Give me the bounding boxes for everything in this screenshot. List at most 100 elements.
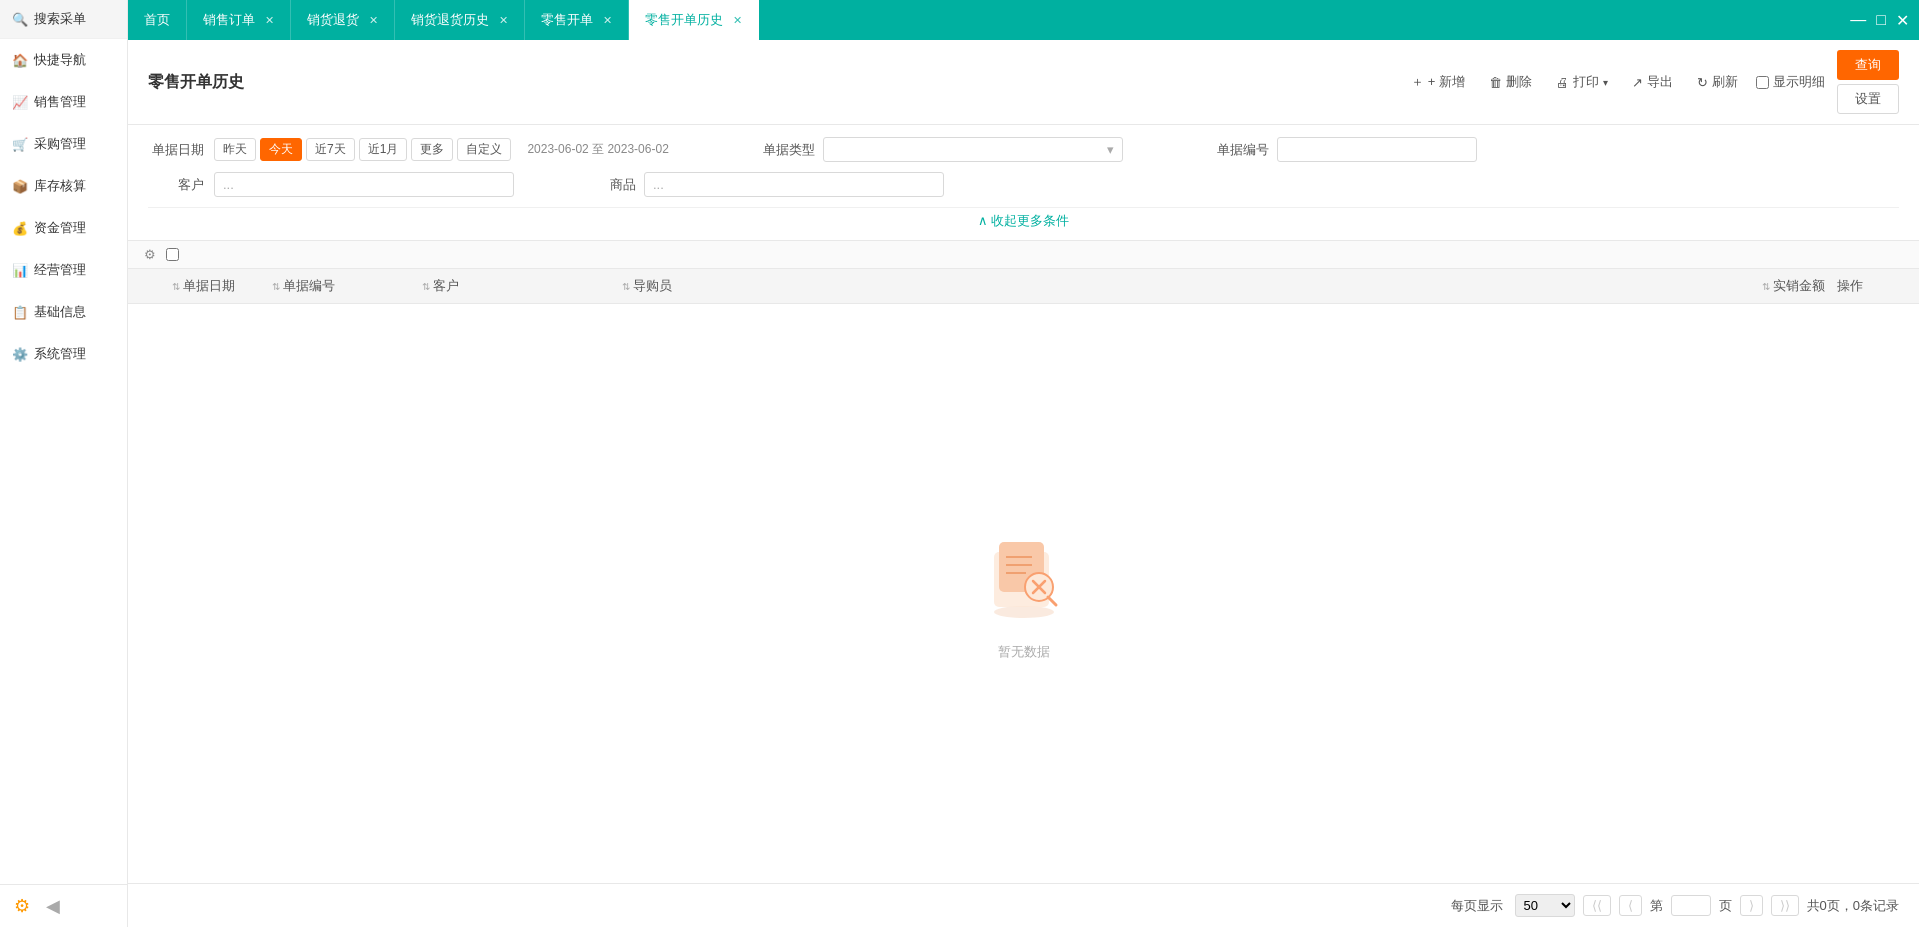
total-info: 共0页，0条记录 xyxy=(1807,897,1899,915)
tab-sales-return-history-close[interactable]: ✕ xyxy=(499,14,508,27)
sidebar-search-label: 搜索采单 xyxy=(34,10,86,28)
settings-button[interactable]: 设置 xyxy=(1837,84,1899,114)
order-type-label: 单据类型 xyxy=(759,141,815,159)
sidebar-item-sales-mgmt[interactable]: 📈 销售管理 xyxy=(0,81,127,123)
sort-icon: ⇅ xyxy=(272,281,280,292)
last-page-btn[interactable]: ⟩⟩ xyxy=(1771,895,1799,916)
per-page-select[interactable]: 50 100 200 xyxy=(1515,894,1575,917)
col-customer-label: 客户 xyxy=(433,277,459,295)
tab-sales-return-history-label: 销货退货历史 xyxy=(411,11,489,29)
export-label: 导出 xyxy=(1647,73,1673,91)
select-all-checkbox[interactable] xyxy=(166,248,179,261)
page-label-suffix: 页 xyxy=(1719,897,1732,915)
sort-icon: ⇅ xyxy=(172,281,180,292)
date-btn-custom[interactable]: 自定义 xyxy=(457,138,511,161)
empty-illustration xyxy=(974,527,1074,627)
tab-retail-open-history[interactable]: 零售开单历史 ✕ xyxy=(629,0,759,40)
display-detail-input[interactable] xyxy=(1756,76,1769,89)
col-amount-label: 实销金额 xyxy=(1773,277,1825,295)
order-no-input[interactable] xyxy=(1277,137,1477,162)
table-area: ⚙ ⇅ 单据日期 ⇅ 单据编号 ⇅ 客户 ⇅ 导购员 ⇅ xyxy=(128,241,1919,927)
product-select[interactable]: ... xyxy=(644,172,944,197)
sort-icon: ⇅ xyxy=(422,281,430,292)
filter-area: 单据日期 昨天 今天 近7天 近1月 更多 自定义 2023-06-02 至 2… xyxy=(128,125,1919,241)
settings-bottom-icon[interactable]: ⚙ xyxy=(14,895,30,917)
collapse-sidebar-icon[interactable]: ◀ xyxy=(46,895,60,917)
tab-retail-open-close[interactable]: ✕ xyxy=(603,14,612,27)
page-label-prefix: 第 xyxy=(1650,897,1663,915)
maximize-icon[interactable]: □ xyxy=(1876,11,1886,29)
sort-icon: ⇅ xyxy=(622,281,630,292)
col-guide-label: 导购员 xyxy=(633,277,672,295)
svg-point-0 xyxy=(994,606,1054,618)
query-button[interactable]: 查询 xyxy=(1837,50,1899,80)
col-amount[interactable]: ⇅ 实销金额 xyxy=(1731,269,1831,303)
first-page-btn[interactable]: ⟨⟨ xyxy=(1583,895,1611,916)
tab-sales-order-label: 销售订单 xyxy=(203,11,255,29)
tab-retail-open[interactable]: 零售开单 ✕ xyxy=(525,0,629,40)
table-gear-icon[interactable]: ⚙ xyxy=(144,247,156,262)
col-date-label: 单据日期 xyxy=(183,277,235,295)
sidebar-item-inventory[interactable]: 📦 库存核算 xyxy=(0,165,127,207)
sidebar-item-purchase-mgmt[interactable]: 🛒 采购管理 xyxy=(0,123,127,165)
next-page-btn[interactable]: ⟩ xyxy=(1740,895,1763,916)
tab-bar: 首页 销售订单 ✕ 销货退货 ✕ 销货退货历史 ✕ 零售开单 ✕ 零售开单历史 … xyxy=(128,0,1919,40)
add-button[interactable]: ＋ + 新增 xyxy=(1405,69,1471,95)
date-btn-today[interactable]: 今天 xyxy=(260,138,302,161)
print-label: 打印 xyxy=(1573,73,1599,91)
tab-sales-order[interactable]: 销售订单 ✕ xyxy=(187,0,291,40)
col-order-no[interactable]: ⇅ 单据编号 xyxy=(266,269,416,303)
refresh-button[interactable]: ↻ 刷新 xyxy=(1691,69,1744,95)
col-guide[interactable]: ⇅ 导购员 xyxy=(616,269,736,303)
collapse-filter-btn[interactable]: ∧ 收起更多条件 xyxy=(148,207,1899,234)
tab-retail-open-history-close[interactable]: ✕ xyxy=(733,14,742,27)
minimize-icon[interactable]: — xyxy=(1850,11,1866,29)
delete-icon: 🗑 xyxy=(1489,75,1502,90)
tab-sales-return-history[interactable]: 销货退货历史 ✕ xyxy=(395,0,525,40)
col-action: 操作 xyxy=(1831,269,1911,303)
sidebar-item-sys-mgmt[interactable]: ⚙️ 系统管理 xyxy=(0,333,127,375)
page-header: 零售开单历史 ＋ + 新增 🗑 删除 🖨 打印 ▾ ↗ 导出 ↻ 刷新 xyxy=(128,40,1919,125)
sidebar-item-quick-nav[interactable]: 🏠 快捷导航 xyxy=(0,39,127,81)
collapse-up-icon: ∧ xyxy=(978,213,988,228)
customer-ellipsis: ... xyxy=(223,177,234,192)
refresh-icon: ↻ xyxy=(1697,75,1708,90)
col-order-no-label: 单据编号 xyxy=(283,277,335,295)
basic-info-icon: 📋 xyxy=(12,305,28,320)
customer-select[interactable]: ... xyxy=(214,172,514,197)
col-customer[interactable]: ⇅ 客户 xyxy=(416,269,616,303)
close-icon[interactable]: ✕ xyxy=(1896,11,1909,30)
tab-home[interactable]: 首页 xyxy=(128,0,187,40)
delete-button[interactable]: 🗑 删除 xyxy=(1483,69,1538,95)
biz-icon: 📊 xyxy=(12,263,28,278)
date-btn-last7[interactable]: 近7天 xyxy=(306,138,355,161)
finance-icon: 💰 xyxy=(12,221,28,236)
tab-sales-return-close[interactable]: ✕ xyxy=(369,14,378,27)
export-button[interactable]: ↗ 导出 xyxy=(1626,69,1679,95)
date-btn-last1m[interactable]: 近1月 xyxy=(359,138,408,161)
sidebar: 🔍 搜索采单 🏠 快捷导航 📈 销售管理 🛒 采购管理 📦 库存核算 💰 资金管… xyxy=(0,0,128,927)
prev-page-btn[interactable]: ⟨ xyxy=(1619,895,1642,916)
collapse-label: 收起更多条件 xyxy=(991,213,1069,228)
col-date[interactable]: ⇅ 单据日期 xyxy=(166,269,266,303)
sidebar-item-label: 库存核算 xyxy=(34,177,86,195)
order-type-select[interactable]: ▾ xyxy=(823,137,1123,162)
tab-sales-order-close[interactable]: ✕ xyxy=(265,14,274,27)
sidebar-item-basic-info[interactable]: 📋 基础信息 xyxy=(0,291,127,333)
sidebar-item-biz-mgmt[interactable]: 📊 经营管理 xyxy=(0,249,127,291)
print-button[interactable]: 🖨 打印 ▾ xyxy=(1550,69,1614,95)
sidebar-search[interactable]: 🔍 搜索采单 xyxy=(0,0,127,39)
current-page-input[interactable]: 1 xyxy=(1671,895,1711,916)
date-btn-more[interactable]: 更多 xyxy=(411,138,453,161)
sidebar-item-finance[interactable]: 💰 资金管理 xyxy=(0,207,127,249)
date-btn-yesterday[interactable]: 昨天 xyxy=(214,138,256,161)
tab-sales-return[interactable]: 销货退货 ✕ xyxy=(291,0,395,40)
main-content: 首页 销售订单 ✕ 销货退货 ✕ 销货退货历史 ✕ 零售开单 ✕ 零售开单历史 … xyxy=(128,0,1919,927)
sort-icon: ⇅ xyxy=(1762,281,1770,292)
product-label: 商品 xyxy=(580,176,636,194)
date-range: 2023-06-02 至 2023-06-02 xyxy=(527,141,668,158)
print-dropdown-icon: ▾ xyxy=(1603,77,1608,88)
display-detail-checkbox[interactable]: 显示明细 xyxy=(1756,73,1825,91)
sidebar-item-label: 资金管理 xyxy=(34,219,86,237)
purchase-icon: 🛒 xyxy=(12,137,28,152)
